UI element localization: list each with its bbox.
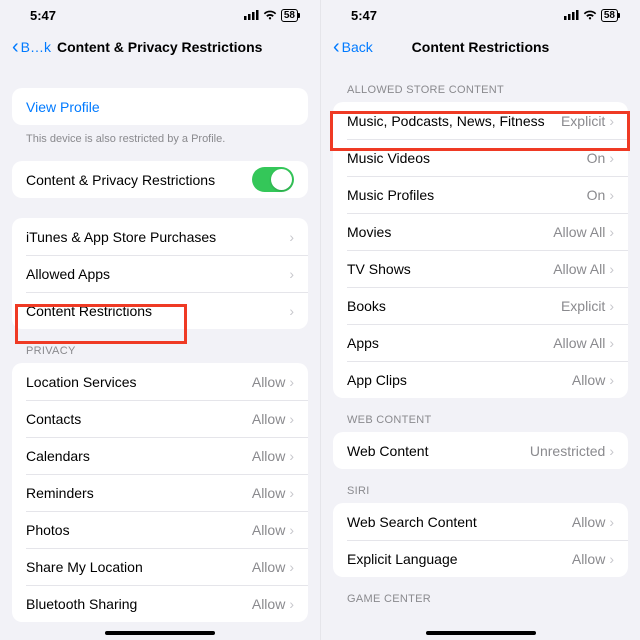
chevron-right-icon: › — [289, 485, 294, 501]
nav-bar: ‹ Back Content Restrictions — [321, 30, 640, 64]
back-label: B…k — [21, 39, 51, 55]
nav-bar: ‹ B…k Content & Privacy Restrictions — [0, 30, 320, 64]
cellular-icon — [244, 10, 259, 20]
profile-footnote: This device is also restricted by a Prof… — [12, 125, 308, 161]
allowed-store-header: Allowed Store Content — [333, 84, 628, 102]
cellular-icon — [564, 10, 579, 20]
chevron-right-icon: › — [289, 596, 294, 612]
tv-row[interactable]: TV ShowsAllow All› — [333, 250, 628, 287]
explicit-lang-row[interactable]: Explicit LanguageAllow› — [333, 540, 628, 577]
apps-row[interactable]: AppsAllow All› — [333, 324, 628, 361]
chevron-right-icon: › — [609, 113, 614, 129]
chevron-right-icon: › — [609, 187, 614, 203]
toggle-label: Content & Privacy Restrictions — [26, 172, 252, 188]
battery-icon: 58 — [281, 9, 298, 22]
chevron-right-icon: › — [289, 374, 294, 390]
music-profiles-row[interactable]: Music ProfilesOn› — [333, 176, 628, 213]
chevron-right-icon: › — [609, 372, 614, 388]
web-content-header: Web Content — [333, 414, 628, 432]
music-row[interactable]: Music, Podcasts, News, FitnessExplicit› — [333, 102, 628, 139]
contacts-row[interactable]: ContactsAllow› — [12, 400, 308, 437]
home-indicator — [105, 631, 215, 635]
appclips-row[interactable]: App ClipsAllow› — [333, 361, 628, 398]
chevron-right-icon: › — [289, 303, 294, 319]
chevron-right-icon: › — [609, 224, 614, 240]
chevron-left-icon: ‹ — [12, 37, 19, 57]
chevron-right-icon: › — [609, 261, 614, 277]
chevron-right-icon: › — [609, 551, 614, 567]
status-bar: 5:47 58 — [321, 0, 640, 30]
chevron-right-icon: › — [289, 559, 294, 575]
privacy-header: Privacy — [12, 345, 308, 363]
photos-row[interactable]: PhotosAllow› — [12, 511, 308, 548]
siri-header: Siri — [333, 485, 628, 503]
back-button[interactable]: ‹ B…k — [12, 37, 51, 57]
back-button[interactable]: ‹ Back — [333, 37, 373, 57]
view-profile-label: View Profile — [26, 99, 294, 115]
chevron-right-icon: › — [609, 335, 614, 351]
status-bar: 5:47 58 — [0, 0, 320, 30]
page-title: Content & Privacy Restrictions — [57, 39, 262, 55]
itunes-row[interactable]: iTunes & App Store Purchases › — [12, 218, 308, 255]
web-search-row[interactable]: Web Search ContentAllow› — [333, 503, 628, 540]
view-profile-row[interactable]: View Profile — [12, 88, 308, 125]
wifi-icon — [583, 10, 597, 20]
chevron-right-icon: › — [289, 448, 294, 464]
restrictions-toggle-row[interactable]: Content & Privacy Restrictions — [12, 161, 308, 198]
chevron-right-icon: › — [289, 411, 294, 427]
status-time: 5:47 — [351, 8, 377, 23]
home-indicator — [426, 631, 536, 635]
chevron-right-icon: › — [289, 229, 294, 245]
wifi-icon — [263, 10, 277, 20]
chevron-left-icon: ‹ — [333, 37, 340, 57]
chevron-right-icon: › — [609, 514, 614, 530]
chevron-right-icon: › — [609, 150, 614, 166]
movies-row[interactable]: MoviesAllow All› — [333, 213, 628, 250]
status-time: 5:47 — [30, 8, 56, 23]
location-row[interactable]: Location ServicesAllow› — [12, 363, 308, 400]
chevron-right-icon: › — [289, 266, 294, 282]
share-location-row[interactable]: Share My LocationAllow› — [12, 548, 308, 585]
chevron-right-icon: › — [609, 298, 614, 314]
battery-icon: 58 — [601, 9, 618, 22]
reminders-row[interactable]: RemindersAllow› — [12, 474, 308, 511]
game-center-header: Game Center — [333, 593, 628, 611]
bluetooth-row[interactable]: Bluetooth SharingAllow› — [12, 585, 308, 622]
chevron-right-icon: › — [609, 443, 614, 459]
chevron-right-icon: › — [289, 522, 294, 538]
calendars-row[interactable]: CalendarsAllow› — [12, 437, 308, 474]
allowed-apps-row[interactable]: Allowed Apps › — [12, 255, 308, 292]
music-videos-row[interactable]: Music VideosOn› — [333, 139, 628, 176]
back-label: Back — [342, 39, 373, 55]
content-restrictions-row[interactable]: Content Restrictions › — [12, 292, 308, 329]
toggle-switch[interactable] — [252, 167, 294, 192]
books-row[interactable]: BooksExplicit› — [333, 287, 628, 324]
web-content-row[interactable]: Web ContentUnrestricted› — [333, 432, 628, 469]
